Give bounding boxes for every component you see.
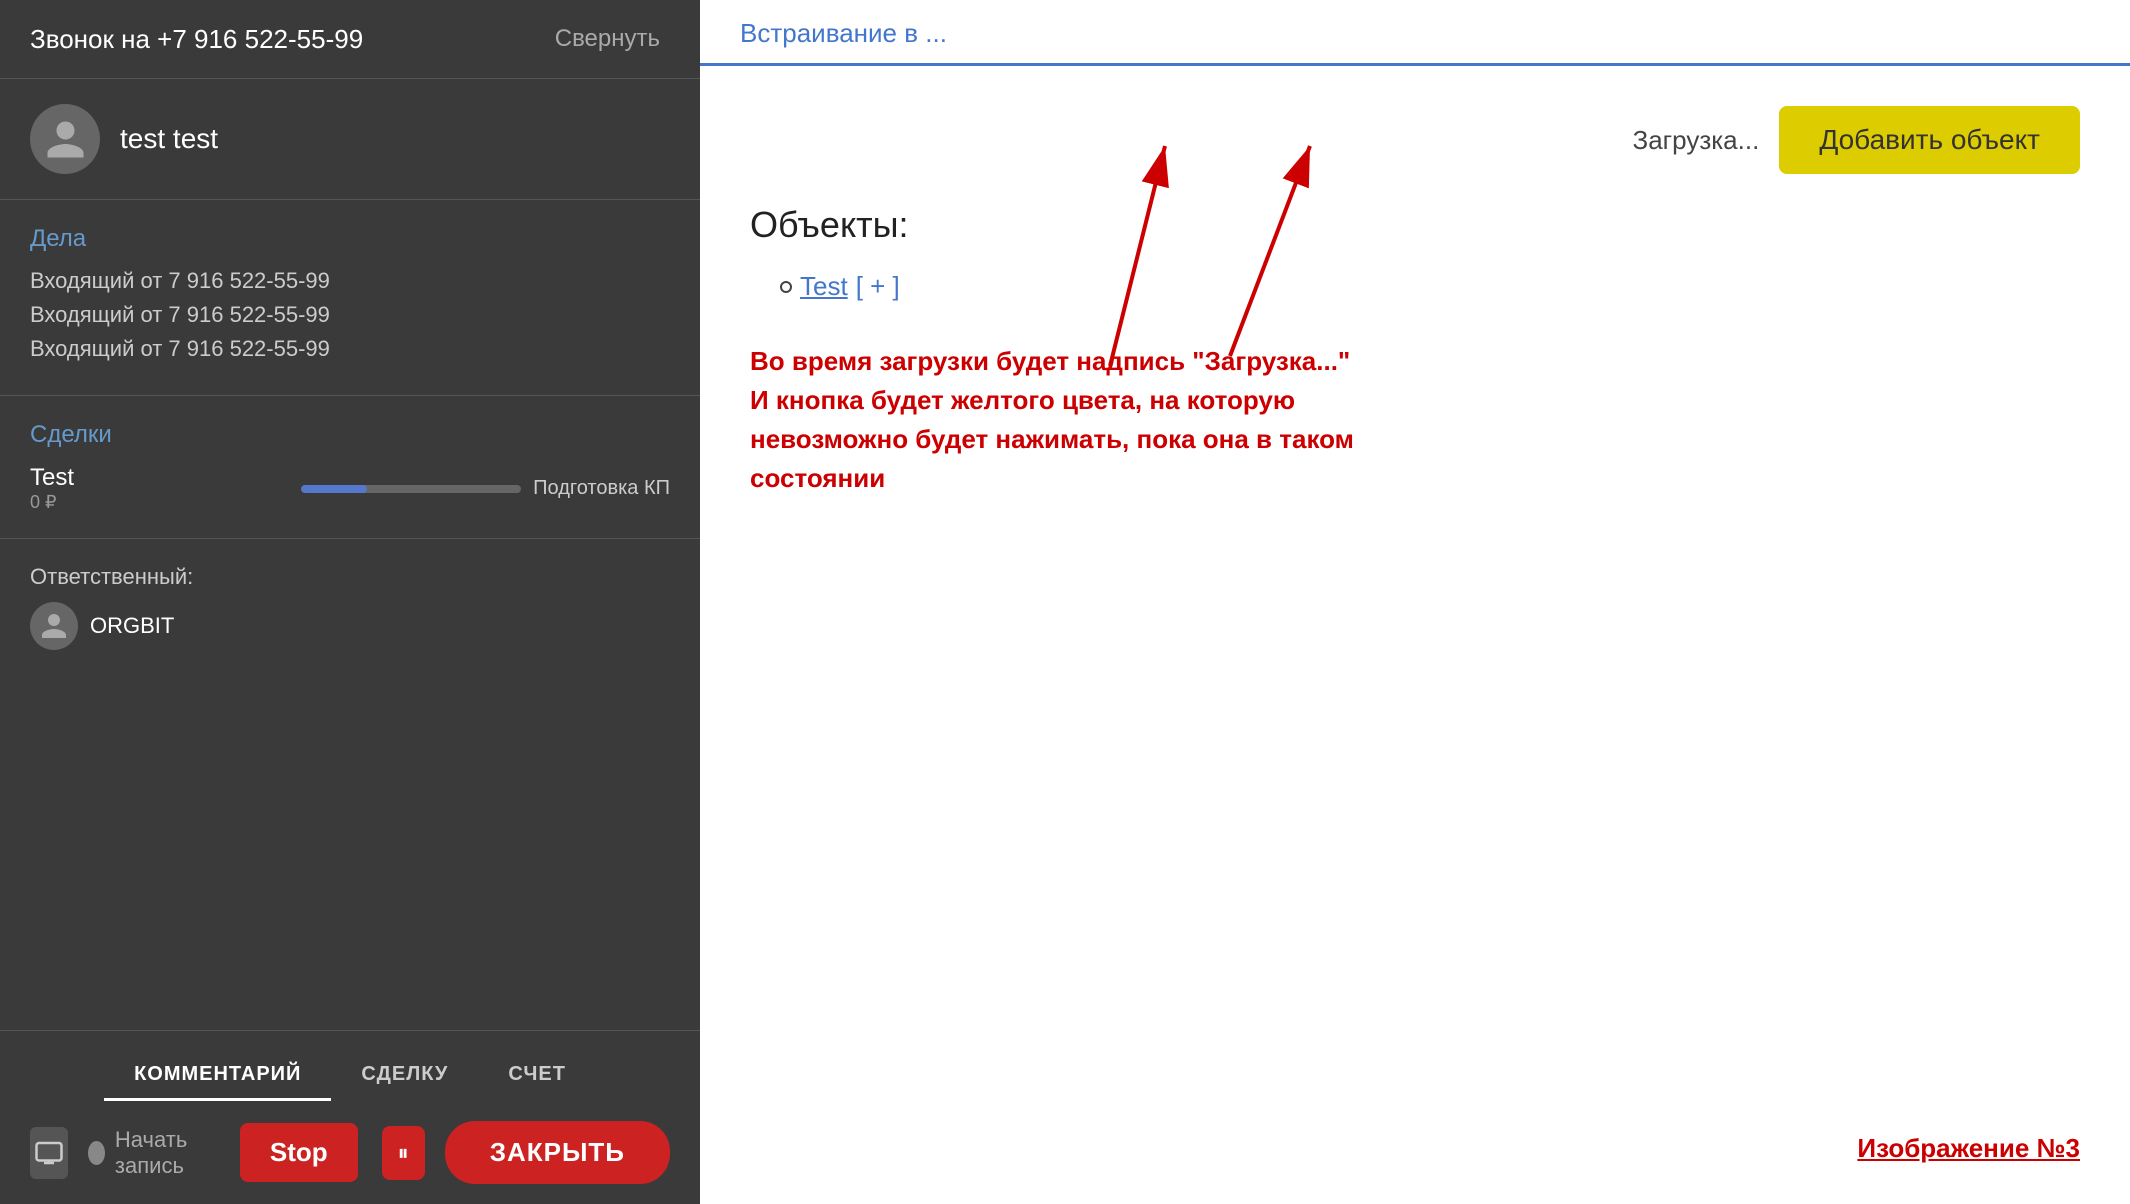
stop-label: Stop [270,1137,328,1168]
responsible-row: ORGBIT [30,602,670,650]
deals-section: Дела Входящий от 7 916 522-55-99 Входящи… [0,200,700,396]
deal-item-2: Входящий от 7 916 522-55-99 [30,302,670,328]
right-tab-embed[interactable]: Встраивание в ... [740,18,947,66]
progress-container: Подготовка КП [301,477,670,500]
tab-comment[interactable]: КОММЕНТАРИЙ [104,1051,331,1101]
right-header: Встраивание в ... [700,0,2130,66]
trades-title: Сделки [30,421,670,449]
minimize-button[interactable]: Свернуть [545,20,670,58]
deal-item-1: Входящий от 7 916 522-55-99 [30,268,670,294]
objects-title: Объекты: [750,204,2080,246]
trade-stage: Подготовка КП [533,477,670,500]
trade-name: Test [30,464,74,492]
right-panel: Встраивание в ... Загрузка... Добавить о… [700,0,2130,1204]
left-panel: Звонок на +7 916 522-55-99 Свернуть test… [0,0,700,1204]
close-button[interactable]: ЗАКРЫТЬ [445,1121,670,1184]
responsible-avatar [30,602,78,650]
object-link[interactable]: Test [800,271,848,302]
trades-section: Сделки Test 0 ₽ Подготовка КП [0,396,700,539]
call-header: Звонок на +7 916 522-55-99 Свернуть [0,0,700,79]
right-content: Загрузка... Добавить объект [700,66,2130,1204]
object-add-link[interactable]: [ + ] [856,271,900,302]
deals-title: Дела [30,225,670,253]
image-label: Изображение №3 [1857,1133,2080,1164]
tab-bar: КОММЕНТАРИЙ СДЕЛКУ СЧЕТ [0,1031,700,1101]
annotation-text: Во время загрузки будет надпись "Загрузк… [750,342,1450,498]
toggle-indicator [88,1141,105,1165]
bullet-point [780,281,792,293]
toolbar-row: Загрузка... Добавить объект [750,106,2080,174]
deal-item-3: Входящий от 7 916 522-55-99 [30,336,670,362]
bottom-area: КОММЕНТАРИЙ СДЕЛКУ СЧЕТ Начать запись St… [0,1030,700,1204]
tab-invoice[interactable]: СЧЕТ [478,1051,596,1101]
avatar [30,104,100,174]
progress-fill [301,485,367,493]
trade-row: Test 0 ₽ Подготовка КП [30,464,670,513]
loading-text: Загрузка... [1633,125,1760,156]
add-object-button[interactable]: Добавить объект [1779,106,2080,174]
progress-bar [301,485,521,493]
object-item: Test [ + ] [780,271,2080,302]
objects-list: Test [ + ] [780,271,2080,302]
contact-section: test test [0,79,700,200]
responsible-label: Ответственный: [30,564,670,590]
trade-price: 0 ₽ [30,492,74,513]
screen-share-button[interactable] [30,1127,68,1179]
screen-icon [34,1138,64,1168]
contact-name: test test [120,123,218,155]
call-title: Звонок на +7 916 522-55-99 [30,24,363,55]
responsible-person-icon [39,611,69,641]
record-label: Начать запись [115,1127,220,1179]
responsible-name: ORGBIT [90,613,174,639]
record-toggle[interactable]: Начать запись [88,1127,220,1179]
action-row: Начать запись Stop ⏸ ЗАКРЫТЬ [0,1101,700,1204]
pause-button[interactable]: ⏸ [382,1126,425,1180]
stop-button[interactable]: Stop [240,1123,358,1182]
responsible-section: Ответственный: ORGBIT [0,539,700,675]
tab-deal[interactable]: СДЕЛКУ [331,1051,478,1101]
pause-icon: ⏸ [398,1140,409,1165]
person-icon [43,117,88,162]
